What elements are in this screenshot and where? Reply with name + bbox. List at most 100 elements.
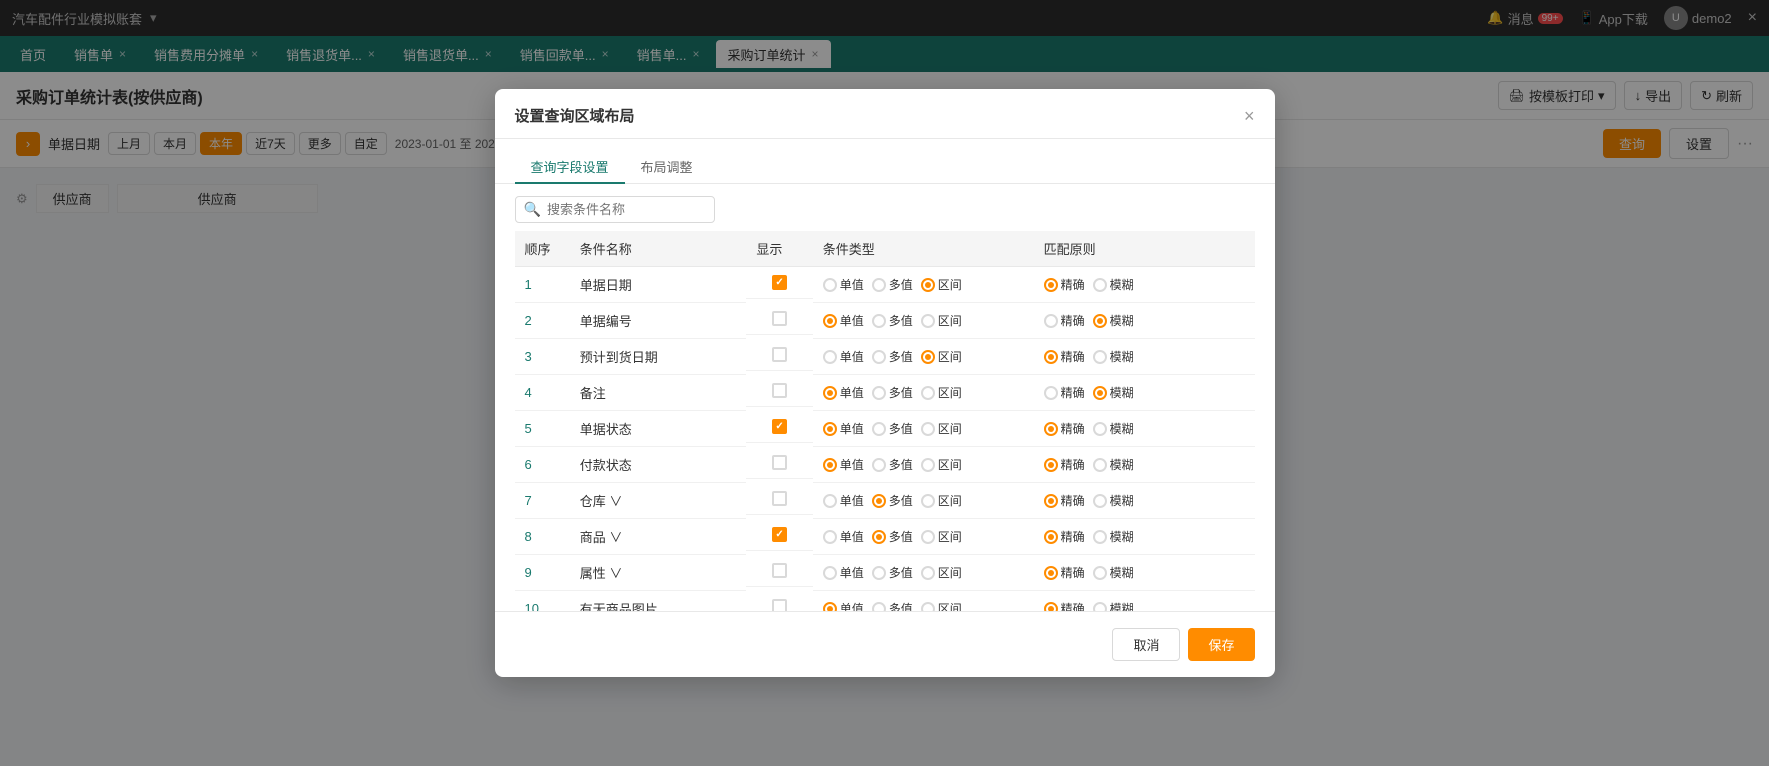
type-multi-7[interactable]: 多值 xyxy=(872,528,913,545)
match-exact-2[interactable]: 精确 xyxy=(1044,348,1085,365)
table-row: 9属性 ∨ 单值多值区间 精确模糊 xyxy=(515,555,1255,591)
type-single-0[interactable]: 单值 xyxy=(823,276,864,293)
row-name-2: 预计到货日期 xyxy=(570,339,747,375)
type-range-6[interactable]: 区间 xyxy=(921,492,962,509)
match-fuzzy-5[interactable]: 模糊 xyxy=(1093,456,1134,473)
row-show-6[interactable] xyxy=(746,483,812,515)
row-show-2[interactable] xyxy=(746,339,812,371)
row-show-1[interactable] xyxy=(746,303,812,335)
match-exact-3[interactable]: 精确 xyxy=(1044,384,1085,401)
type-single-2[interactable]: 单值 xyxy=(823,348,864,365)
type-range-7[interactable]: 区间 xyxy=(921,528,962,545)
show-checkbox-6[interactable] xyxy=(772,491,787,506)
show-checkbox-8[interactable] xyxy=(772,563,787,578)
type-multi-4[interactable]: 多值 xyxy=(872,420,913,437)
show-checkbox-5[interactable] xyxy=(772,455,787,470)
type-range-5[interactable]: 区间 xyxy=(921,456,962,473)
tab-field-settings[interactable]: 查询字段设置 xyxy=(515,151,625,184)
type-range-3[interactable]: 区间 xyxy=(921,384,962,401)
row-order-2: 3 xyxy=(515,339,570,375)
row-type-7: 单值多值区间 xyxy=(813,519,1034,555)
match-exact-6[interactable]: 精确 xyxy=(1044,492,1085,509)
type-multi-5[interactable]: 多值 xyxy=(872,456,913,473)
match-fuzzy-8[interactable]: 模糊 xyxy=(1093,564,1134,581)
row-order-8: 9 xyxy=(515,555,570,591)
show-checkbox-1[interactable] xyxy=(772,311,787,326)
type-multi-9[interactable]: 多值 xyxy=(872,600,913,611)
row-match-1: 精确模糊 xyxy=(1034,303,1255,339)
show-checkbox-2[interactable] xyxy=(772,347,787,362)
row-match-0: 精确模糊 xyxy=(1034,267,1255,303)
match-fuzzy-7[interactable]: 模糊 xyxy=(1093,528,1134,545)
row-show-8[interactable] xyxy=(746,555,812,587)
row-show-0[interactable] xyxy=(746,267,812,299)
search-input[interactable] xyxy=(547,202,707,217)
row-name-6: 仓库 ∨ xyxy=(570,483,747,519)
match-exact-9[interactable]: 精确 xyxy=(1044,600,1085,611)
dialog-close-button[interactable]: × xyxy=(1244,107,1255,125)
type-range-1[interactable]: 区间 xyxy=(921,312,962,329)
type-range-0[interactable]: 区间 xyxy=(921,276,962,293)
tab-layout-adjust[interactable]: 布局调整 xyxy=(625,151,709,184)
type-multi-2[interactable]: 多值 xyxy=(872,348,913,365)
row-match-7: 精确模糊 xyxy=(1034,519,1255,555)
row-name-4: 单据状态 xyxy=(570,411,747,447)
type-multi-1[interactable]: 多值 xyxy=(872,312,913,329)
type-single-3[interactable]: 单值 xyxy=(823,384,864,401)
row-order-0: 1 xyxy=(515,267,570,303)
type-single-5[interactable]: 单值 xyxy=(823,456,864,473)
table-row: 1单据日期单值多值区间精确模糊 xyxy=(515,267,1255,303)
match-fuzzy-0[interactable]: 模糊 xyxy=(1093,276,1134,293)
type-single-6[interactable]: 单值 xyxy=(823,492,864,509)
row-show-5[interactable] xyxy=(746,447,812,479)
row-type-5: 单值多值区间 xyxy=(813,447,1034,483)
row-show-3[interactable] xyxy=(746,375,812,407)
type-single-8[interactable]: 单值 xyxy=(823,564,864,581)
row-show-7[interactable] xyxy=(746,519,812,551)
show-checkbox-4[interactable] xyxy=(772,419,787,434)
type-multi-0[interactable]: 多值 xyxy=(872,276,913,293)
table-row: 5单据状态单值多值区间精确模糊 xyxy=(515,411,1255,447)
row-name-8: 属性 ∨ xyxy=(570,555,747,591)
match-fuzzy-9[interactable]: 模糊 xyxy=(1093,600,1134,611)
table-row: 4备注单值多值区间精确模糊 xyxy=(515,375,1255,411)
table-row: 7仓库 ∨单值多值区间精确模糊 xyxy=(515,483,1255,519)
match-fuzzy-6[interactable]: 模糊 xyxy=(1093,492,1134,509)
type-range-4[interactable]: 区间 xyxy=(921,420,962,437)
match-exact-0[interactable]: 精确 xyxy=(1044,276,1085,293)
table-row: 3预计到货日期 单值多值区间 精确模糊 xyxy=(515,339,1255,375)
cancel-button[interactable]: 取消 xyxy=(1112,628,1180,661)
show-checkbox-7[interactable] xyxy=(772,527,787,542)
match-exact-7[interactable]: 精确 xyxy=(1044,528,1085,545)
type-single-4[interactable]: 单值 xyxy=(823,420,864,437)
type-range-9[interactable]: 区间 xyxy=(921,600,962,611)
type-single-7[interactable]: 单值 xyxy=(823,528,864,545)
save-button[interactable]: 保存 xyxy=(1188,628,1254,661)
type-single-9[interactable]: 单值 xyxy=(823,600,864,611)
show-checkbox-0[interactable] xyxy=(772,275,787,290)
type-range-2[interactable]: 区间 xyxy=(921,348,962,365)
match-fuzzy-3[interactable]: 模糊 xyxy=(1093,384,1134,401)
type-single-1[interactable]: 单值 xyxy=(823,312,864,329)
col-header-match: 匹配原则 xyxy=(1034,231,1255,267)
row-type-4: 单值多值区间 xyxy=(813,411,1034,447)
row-match-8: 精确模糊 xyxy=(1034,555,1255,591)
type-range-8[interactable]: 区间 xyxy=(921,564,962,581)
match-exact-5[interactable]: 精确 xyxy=(1044,456,1085,473)
row-show-9[interactable] xyxy=(746,591,812,612)
type-multi-6[interactable]: 多值 xyxy=(872,492,913,509)
row-match-2: 精确模糊 xyxy=(1034,339,1255,375)
match-fuzzy-2[interactable]: 模糊 xyxy=(1093,348,1134,365)
row-show-4[interactable] xyxy=(746,411,812,443)
match-fuzzy-4[interactable]: 模糊 xyxy=(1093,420,1134,437)
match-exact-8[interactable]: 精确 xyxy=(1044,564,1085,581)
match-exact-4[interactable]: 精确 xyxy=(1044,420,1085,437)
match-exact-1[interactable]: 精确 xyxy=(1044,312,1085,329)
show-checkbox-9[interactable] xyxy=(772,599,787,612)
search-input-wrap[interactable]: 🔍 xyxy=(515,196,715,223)
match-fuzzy-1[interactable]: 模糊 xyxy=(1093,312,1134,329)
type-multi-3[interactable]: 多值 xyxy=(872,384,913,401)
type-multi-8[interactable]: 多值 xyxy=(872,564,913,581)
show-checkbox-3[interactable] xyxy=(772,383,787,398)
conditions-table: 顺序 条件名称 显示 条件类型 匹配原则 1单据日期单值多值区间精确模糊2单据编… xyxy=(515,231,1255,611)
